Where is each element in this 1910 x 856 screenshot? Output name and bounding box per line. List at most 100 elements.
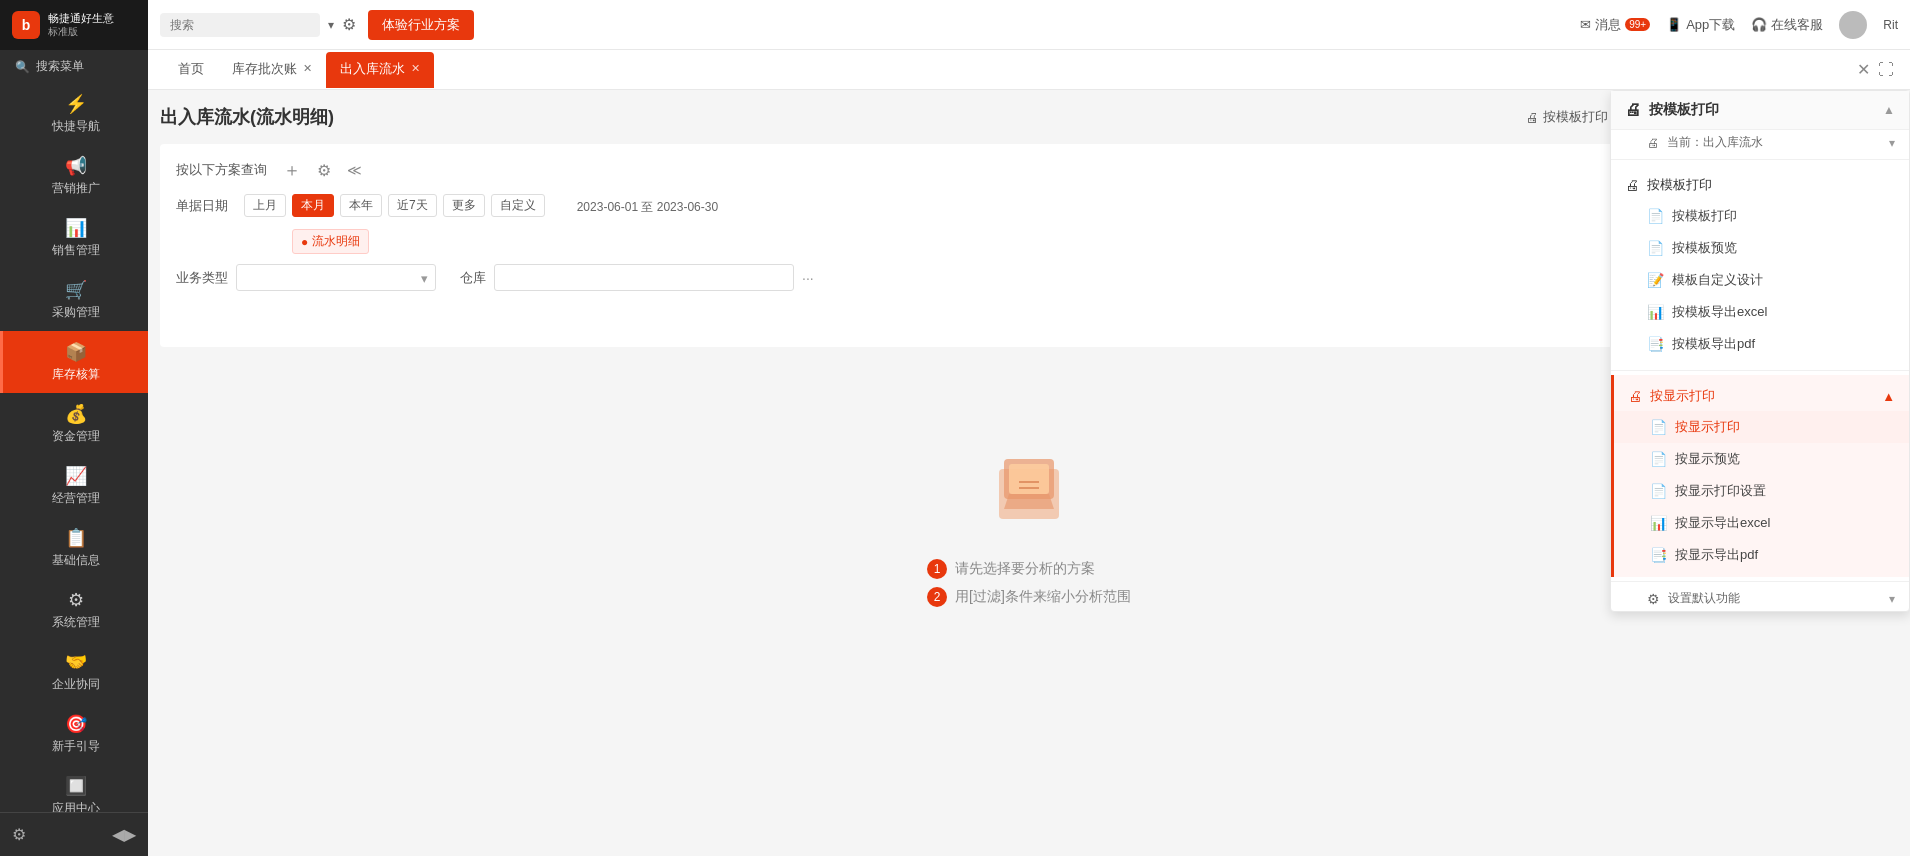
template-section-icon: 🖨 (1625, 177, 1639, 193)
date-custom-btn[interactable]: 自定义 (491, 194, 545, 217)
filter-add-icon[interactable]: ＋ (283, 158, 301, 182)
tab-flow-detail-close[interactable]: ✕ (411, 62, 420, 75)
excel-icon-2: 📊 (1650, 515, 1667, 531)
app-download-button[interactable]: 📱 App下载 (1666, 16, 1735, 34)
maximize-tab-button[interactable]: ⛶ (1878, 61, 1894, 79)
sidebar-item-purchase[interactable]: 🛒 采购管理 (0, 269, 148, 331)
print-dropdown-panel: 🖨 按模板打印 ▲ 🖨 当前：出入库流水 ▾ 🖨 按模板打印 (1610, 90, 1910, 612)
sidebar-item-app-center[interactable]: 🔲 应用中心 (0, 765, 148, 812)
warehouse-more-icon[interactable]: ··· (802, 270, 814, 286)
settings-footer-icon[interactable]: ⚙ (12, 825, 26, 844)
marketing-icon: 📢 (65, 155, 87, 177)
enterprise-icon: 🤝 (65, 651, 87, 673)
app-name: 畅捷通好生意 (48, 11, 114, 25)
sidebar-footer: ⚙ ◀▶ (0, 812, 148, 856)
tab-flow-detail[interactable]: 出入库流水 ✕ (326, 52, 434, 88)
close-tab-button[interactable]: ✕ (1857, 60, 1870, 79)
default-arrow: ▾ (1889, 592, 1895, 606)
page-title: 出入库流水(流水明细) (160, 105, 334, 129)
online-service-button[interactable]: 🎧 在线客服 (1751, 16, 1823, 34)
guide-icon: 🎯 (65, 713, 87, 735)
sidebar-item-marketing[interactable]: 📢 营销推广 (0, 145, 148, 207)
date-range-text: 2023-06-01 至 2023-06-30 (577, 199, 718, 216)
doc-icon-6: 📄 (1650, 483, 1667, 499)
display-print-settings-btn[interactable]: 📄 按显示打印设置 (1614, 475, 1909, 507)
biz-type-select[interactable] (236, 264, 436, 291)
sidebar-item-sales[interactable]: 📊 销售管理 (0, 207, 148, 269)
print-template-label: 按模板打印 (1543, 108, 1608, 126)
date-curr-month-btn[interactable]: 本月 (292, 194, 334, 217)
template-preview-btn[interactable]: 📄 按模板预览 (1611, 232, 1909, 264)
tab-batch-account-close[interactable]: ✕ (303, 62, 312, 75)
empty-step-2: 2 用[过滤]条件来缩小分析范围 (927, 587, 1131, 607)
date-7days-btn[interactable]: 近7天 (388, 194, 437, 217)
display-export-pdf-btn[interactable]: 📑 按显示导出pdf (1614, 539, 1909, 571)
filter-collapse-icon[interactable]: ≪ (347, 162, 362, 178)
main-content: ▾ ⚙ 体验行业方案 ✉ 消息 99+ 📱 App下载 🎧 在线客服 Rit 首… (148, 0, 1910, 856)
topbar-dropdown-btn[interactable]: ▾ (328, 18, 334, 32)
tab-home-label: 首页 (178, 60, 204, 78)
app-download-label: App下载 (1686, 16, 1735, 34)
sidebar-item-quick-nav[interactable]: ⚡ 快捷导航 (0, 83, 148, 145)
sidebar-item-label: 销售管理 (52, 242, 100, 259)
display-print-btn[interactable]: 📄 按显示打印 (1614, 411, 1909, 443)
filter-gear-icon[interactable]: ⚙ (317, 161, 331, 180)
sidebar-item-finance[interactable]: 💰 资金管理 (0, 393, 148, 455)
message-button[interactable]: ✉ 消息 99+ (1580, 16, 1650, 34)
step-2-num: 2 (927, 587, 947, 607)
flow-tag-label: 流水明细 (312, 233, 360, 250)
sidebar-item-label: 企业协同 (52, 676, 100, 693)
empty-steps: 1 请先选择要分析的方案 2 用[过滤]条件来缩小分析范围 (927, 559, 1131, 615)
template-print-btn[interactable]: 📄 按模板打印 (1611, 200, 1909, 232)
sidebar-item-label: 营销推广 (52, 180, 100, 197)
collapse-footer-icon[interactable]: ◀▶ (112, 825, 136, 844)
display-section-icon: 🖨 (1628, 388, 1642, 404)
sidebar-item-label: 资金管理 (52, 428, 100, 445)
tab-home[interactable]: 首页 (164, 52, 218, 88)
operations-icon: 📈 (65, 465, 87, 487)
display-section-label: 🖨 按显示打印 ▲ (1614, 381, 1909, 411)
template-custom-btn[interactable]: 📝 模板自定义设计 (1611, 264, 1909, 296)
template-export-pdf-btn[interactable]: 📑 按模板导出pdf (1611, 328, 1909, 360)
inventory-icon: 📦 (65, 341, 87, 363)
industry-solution-button[interactable]: 体验行业方案 (368, 10, 474, 40)
display-preview-btn[interactable]: 📄 按显示预览 (1614, 443, 1909, 475)
empty-illustration (979, 439, 1079, 539)
sidebar-item-label: 系统管理 (52, 614, 100, 631)
sidebar-item-inventory[interactable]: 📦 库存核算 (0, 331, 148, 393)
divider-2 (1611, 370, 1909, 371)
topbar-gear-icon[interactable]: ⚙ (342, 15, 356, 34)
date-more-btn[interactable]: 更多 (443, 194, 485, 217)
tabs-bar: 首页 库存批次账 ✕ 出入库流水 ✕ ✕ ⛶ (148, 50, 1910, 90)
sidebar-item-operations[interactable]: 📈 经营管理 (0, 455, 148, 517)
app-logo: b 畅捷通好生意 标准版 (0, 0, 148, 50)
basic-icon: 📋 (65, 527, 87, 549)
step-1-num: 1 (927, 559, 947, 579)
template-export-excel-btn[interactable]: 📊 按模板导出excel (1611, 296, 1909, 328)
date-prev-month-btn[interactable]: 上月 (244, 194, 286, 217)
tab-batch-account[interactable]: 库存批次账 ✕ (218, 52, 326, 88)
display-export-excel-btn[interactable]: 📊 按显示导出excel (1614, 507, 1909, 539)
dropdown-collapse-icon[interactable]: ▲ (1883, 103, 1895, 117)
sidebar-item-basic[interactable]: 📋 基础信息 (0, 517, 148, 579)
page-content: 出入库流水(流水明细) 🖨 按模板打印 ▲ 📤 导出 ↺ 刷新 查询 设置 (148, 90, 1910, 856)
default-settings-btn[interactable]: ⚙ 设置默认功能 ▾ (1611, 586, 1909, 611)
sidebar-item-label: 应用中心 (52, 800, 100, 812)
sidebar-item-label: 快捷导航 (52, 118, 100, 135)
username-label[interactable]: Rit (1883, 18, 1898, 32)
date-label: 单据日期 (176, 197, 228, 215)
topbar-search-input[interactable] (160, 13, 320, 37)
doc-icon-4: 📄 (1650, 419, 1667, 435)
doc-icon-1: 📄 (1647, 208, 1664, 224)
doc-icon-5: 📄 (1650, 451, 1667, 467)
dropdown-current[interactable]: 🖨 当前：出入库流水 ▾ (1611, 130, 1909, 155)
date-curr-year-btn[interactable]: 本年 (340, 194, 382, 217)
sidebar-item-system[interactable]: ⚙ 系统管理 (0, 579, 148, 641)
warehouse-input[interactable] (494, 264, 794, 291)
sidebar-item-guide[interactable]: 🎯 新手引导 (0, 703, 148, 765)
sidebar-search[interactable]: 🔍 搜索菜单 (0, 50, 148, 83)
user-avatar[interactable] (1839, 11, 1867, 39)
display-print-section: 🖨 按显示打印 ▲ 📄 按显示打印 📄 按显示预览 📄 按显示打印设 (1611, 375, 1909, 577)
filter-scheme-label: 按以下方案查询 (176, 161, 267, 179)
sidebar-item-enterprise[interactable]: 🤝 企业协同 (0, 641, 148, 703)
